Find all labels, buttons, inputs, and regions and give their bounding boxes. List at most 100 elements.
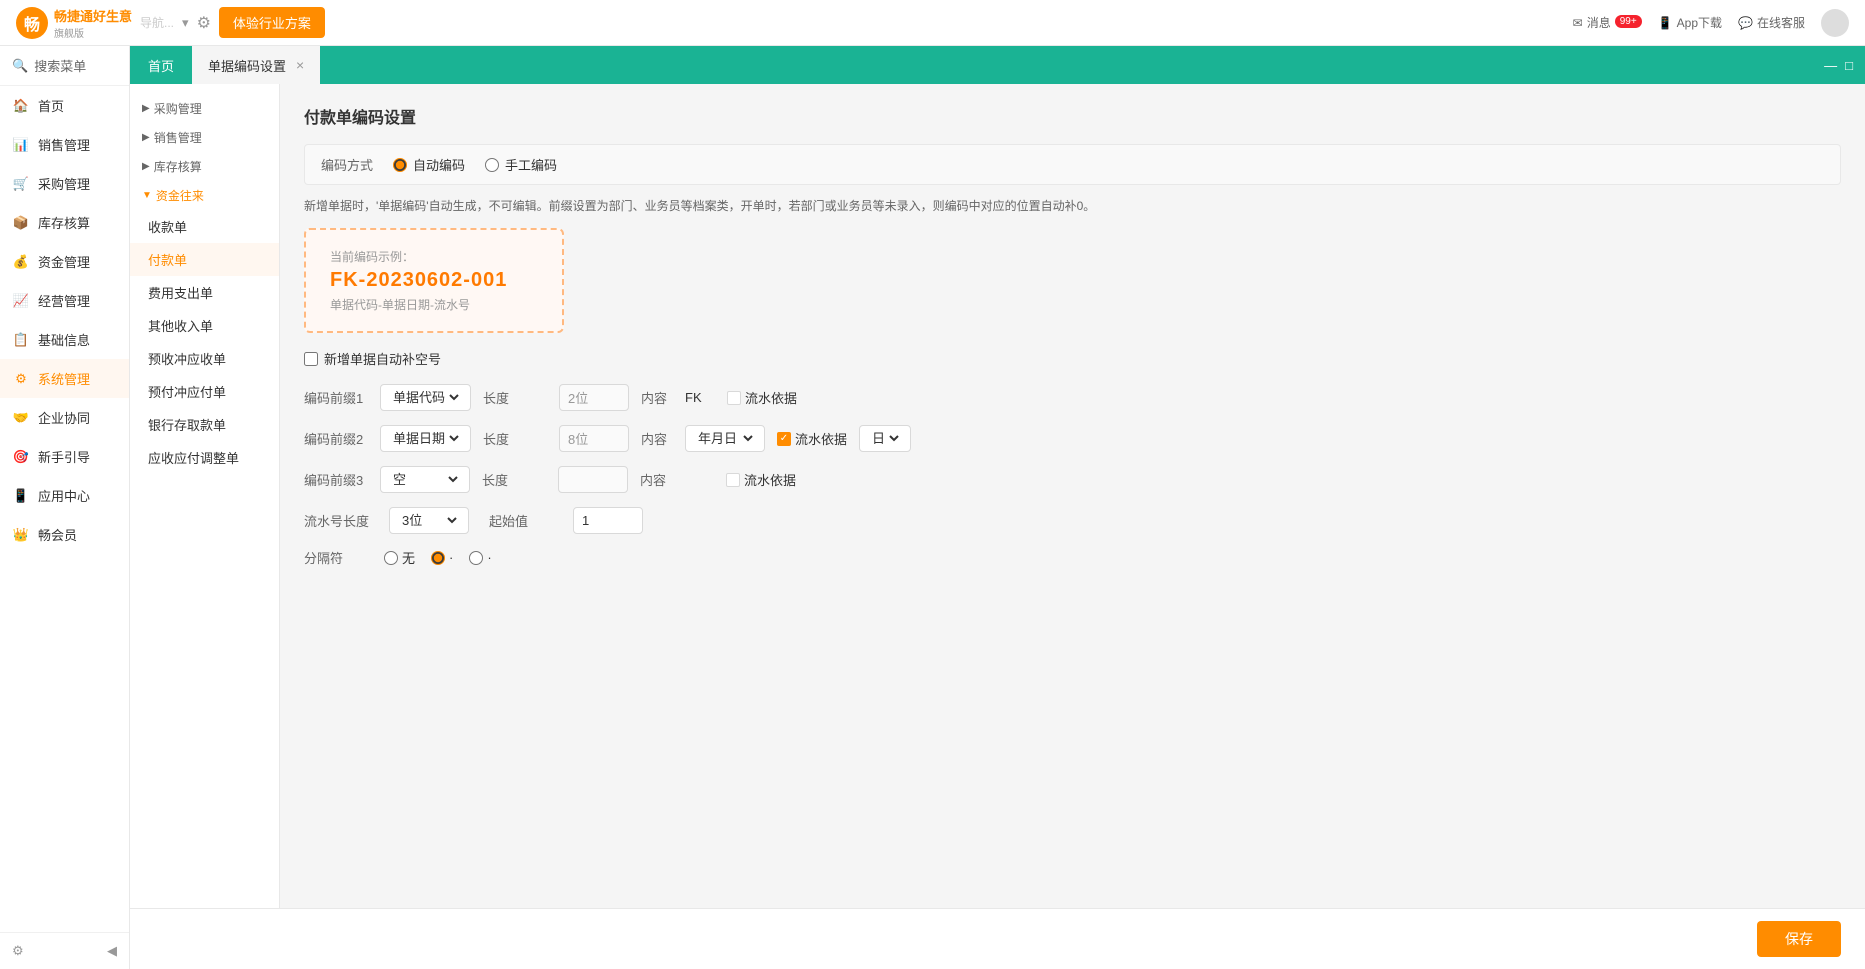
sidebar-item-inventory[interactable]: 📦 库存核算: [0, 203, 129, 242]
manual-encode-label: 手工编码: [505, 155, 557, 174]
sidebar-label-inventory: 库存核算: [38, 213, 90, 232]
sidebar-item-basic[interactable]: 📋 基础信息: [0, 320, 129, 359]
auto-encode-option[interactable]: 自动编码: [393, 155, 465, 174]
sidebar-item-system[interactable]: ⚙ 系统管理: [0, 359, 129, 398]
prefix2-serial-unit-select[interactable]: 日: [859, 425, 911, 452]
prefix3-content-label: 内容: [640, 470, 672, 489]
finance-icon: 💰: [12, 253, 30, 271]
nav-group-inventory[interactable]: ▶ 库存核算: [130, 152, 279, 181]
sidebar-item-operations[interactable]: 📈 经营管理: [0, 281, 129, 320]
separator-label: 分隔符: [304, 548, 368, 567]
sidebar-item-sales[interactable]: 📊 销售管理: [0, 125, 129, 164]
nav-item-payment[interactable]: 付款单: [130, 243, 279, 276]
prefix2-length-input[interactable]: [559, 425, 629, 452]
prefix1-length-input[interactable]: [559, 384, 629, 411]
start-value-input[interactable]: [573, 507, 643, 534]
prefix2-content-select-input[interactable]: 年月日: [694, 430, 756, 447]
expand-icon[interactable]: ▾: [182, 15, 189, 31]
prefix2-content-select[interactable]: 年月日: [685, 425, 765, 452]
prefix2-label: 编码前缀2: [304, 429, 368, 448]
sep-dash-radio[interactable]: [431, 551, 445, 565]
prefix1-serial-label: 流水依据: [745, 388, 797, 407]
sidebar-item-enterprise[interactable]: 🤝 企业协同: [0, 398, 129, 437]
sidebar-label-purchase: 采购管理: [38, 174, 90, 193]
appcenter-icon: 📱: [12, 487, 30, 505]
nav-item-expense[interactable]: 费用支出单: [130, 276, 279, 309]
sidebar-search[interactable]: 🔍 搜索菜单: [0, 46, 129, 86]
auto-encode-radio[interactable]: [393, 158, 407, 172]
sidebar-label-newguide: 新手引导: [38, 447, 90, 466]
prefix1-select[interactable]: 单据代码: [380, 384, 471, 411]
nav-item-bank[interactable]: 银行存取款单: [130, 408, 279, 441]
prefix2-select[interactable]: 单据日期: [380, 425, 471, 452]
header-right: ✉ 消息 99+ 📱 App下载 💬 在线客服: [1573, 9, 1849, 37]
user-avatar[interactable]: [1821, 9, 1849, 37]
sidebar-item-home[interactable]: 🏠 首页: [0, 86, 129, 125]
logo-sub-text: 旗舰版: [54, 25, 132, 40]
prefix3-select[interactable]: 空: [380, 466, 470, 493]
prefix2-serial-unit-input[interactable]: 日: [868, 430, 902, 447]
nav-group-purchase-label: 采购管理: [154, 100, 202, 117]
search-label: 搜索菜单: [34, 56, 86, 75]
prefix3-serial-label: 流水依据: [744, 470, 796, 489]
tab-close-icon[interactable]: ×: [296, 57, 304, 73]
manual-encode-option[interactable]: 手工编码: [485, 155, 557, 174]
prefix1-select-input[interactable]: 单据代码: [389, 389, 462, 406]
tab-shrink-icon[interactable]: —: [1824, 58, 1837, 73]
nav-group-capital[interactable]: ▼ 资金往来: [130, 181, 279, 210]
gear-icon[interactable]: ⚙: [197, 13, 211, 33]
sidebar-item-finance[interactable]: 💰 资金管理: [0, 242, 129, 281]
sep-dot-label: ·: [487, 550, 491, 565]
serial-length-select[interactable]: 3位: [389, 507, 469, 534]
nav-item-other-income[interactable]: 其他收入单: [130, 309, 279, 342]
tab-expand-icon[interactable]: □: [1845, 58, 1853, 73]
sep-dot-radio[interactable]: [469, 551, 483, 565]
sidebar-label-home: 首页: [38, 96, 64, 115]
prefix2-serial-checkbox[interactable]: ✓: [777, 432, 791, 446]
save-button[interactable]: 保存: [1757, 921, 1841, 957]
operations-icon: 📈: [12, 292, 30, 310]
trial-button[interactable]: 体验行业方案: [219, 7, 325, 38]
tab-home[interactable]: 首页: [130, 46, 192, 84]
app-download-action[interactable]: 📱 App下载: [1658, 14, 1722, 31]
serial-length-select-input[interactable]: 3位: [398, 512, 460, 529]
prefix1-serial-checkbox[interactable]: [727, 391, 741, 405]
logo-text-block: 畅捷通好生意 旗舰版: [54, 6, 132, 40]
sep-none-option[interactable]: 无: [384, 548, 415, 567]
nav-item-adjust[interactable]: 应收应付调整单: [130, 441, 279, 474]
sidebar-item-purchase[interactable]: 🛒 采购管理: [0, 164, 129, 203]
settings-icon[interactable]: ⚙: [12, 943, 24, 959]
nav-group-sales[interactable]: ▶ 销售管理: [130, 123, 279, 152]
prefix2-select-input[interactable]: 单据日期: [389, 430, 462, 447]
sidebar-label-operations: 经营管理: [38, 291, 90, 310]
message-action[interactable]: ✉ 消息 99+: [1573, 14, 1642, 31]
sidebar-item-appcenter[interactable]: 📱 应用中心: [0, 476, 129, 515]
prefix3-length-input[interactable]: [558, 466, 628, 493]
service-label: 在线客服: [1757, 14, 1805, 31]
chevron-right-icon: ▶: [142, 103, 150, 114]
auto-fill-checkbox[interactable]: [304, 352, 318, 366]
sidebar-item-member[interactable]: 👑 畅会员: [0, 515, 129, 554]
sidebar-item-newguide[interactable]: 🎯 新手引导: [0, 437, 129, 476]
tab-encode-settings[interactable]: 单据编码设置 ×: [192, 46, 320, 84]
prefix2-content-label: 内容: [641, 429, 673, 448]
nav-placeholder: 导航...: [140, 14, 174, 31]
nav-item-receipt[interactable]: 收款单: [130, 210, 279, 243]
nav-group-capital-label: 资金往来: [156, 187, 204, 204]
auto-fill-label: 新增单据自动补空号: [324, 349, 441, 368]
sep-dash-option[interactable]: ·: [431, 550, 453, 565]
sep-none-radio[interactable]: [384, 551, 398, 565]
nav-group-purchase[interactable]: ▶ 采购管理: [130, 94, 279, 123]
tab-home-label: 首页: [148, 56, 174, 75]
sep-dot-option[interactable]: ·: [469, 550, 491, 565]
nav-item-prepay-receive[interactable]: 预收冲应收单: [130, 342, 279, 375]
manual-encode-radio[interactable]: [485, 158, 499, 172]
prefix3-serial-checkbox[interactable]: [726, 473, 740, 487]
collapse-icon[interactable]: ◀: [107, 943, 117, 959]
online-service-action[interactable]: 💬 在线客服: [1738, 14, 1805, 31]
prefix3-select-input[interactable]: 空: [389, 471, 461, 488]
nav-item-prepay-pay[interactable]: 预付冲应付单: [130, 375, 279, 408]
content-area: 首页 单据编码设置 × — □ ▶ 采购管理 ▶ 销售管理: [130, 46, 1865, 969]
sidebar-label-enterprise: 企业协同: [38, 408, 90, 427]
service-icon: 💬: [1738, 16, 1753, 30]
